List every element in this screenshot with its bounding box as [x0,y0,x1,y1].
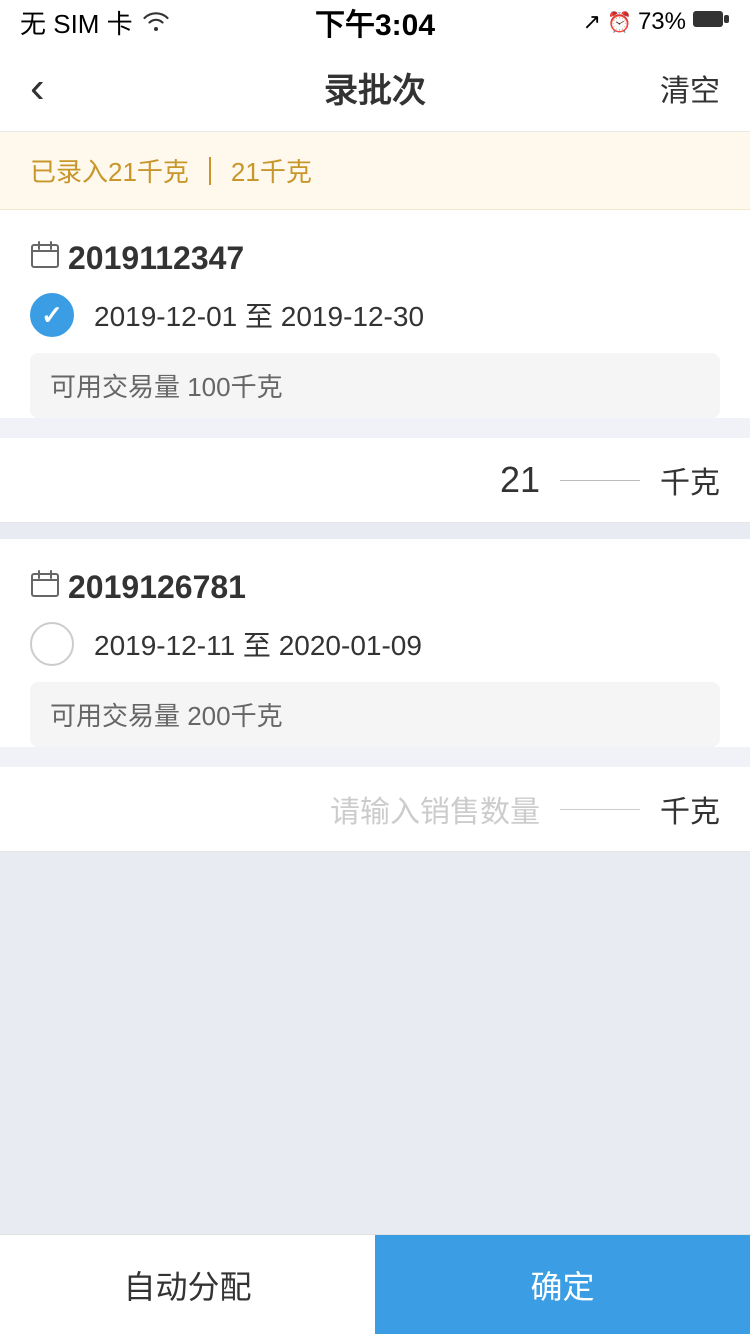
batch-qty-placeholder-2: 请输入销售数量 [330,787,540,831]
batch-avail-2: 可用交易量 200千克 [30,682,720,747]
batch-avail-1: 可用交易量 100千克 [30,353,720,418]
back-button[interactable]: ‹ [30,63,45,113]
summary-recorded: 已录入21千克 [30,152,189,189]
status-bar: 无 SIM 卡 下午3:04 ↗ ⏰ 73% [0,0,750,44]
batch-header-1: 2019112347 [30,240,720,277]
batch-unit-2: 千克 [660,787,720,831]
batch-header-2: 2019126781 [30,569,720,606]
wifi-icon [141,7,171,38]
batch-date-1: 2019-12-01 至 2019-12-30 [94,295,424,335]
batch-id-2: 2019126781 [68,569,246,606]
content-area [0,852,750,1252]
bottom-bar: 自动分配 确定 [0,1234,750,1334]
summary-amount: 21千克 [231,152,312,189]
confirm-button[interactable]: 确定 [375,1235,750,1334]
batch-radio-1[interactable] [30,293,74,337]
sim-label: 无 SIM 卡 [20,4,133,41]
batch-card-1: 2019112347 2019-12-01 至 2019-12-30 可用交易量… [0,210,750,418]
alarm-icon: ⏰ [607,10,632,35]
nav-bar: ‹ 录批次 清空 [0,44,750,132]
batch-input-row-2: 请输入销售数量 千克 [0,767,750,852]
section-divider [0,523,750,539]
summary-bar: 已录入21千克 21千克 [0,132,750,210]
batch-radio-2[interactable] [30,622,74,666]
location-icon: ↗ [583,9,601,35]
status-left: 无 SIM 卡 [20,4,171,41]
batch-date-row-1[interactable]: 2019-12-01 至 2019-12-30 [30,293,720,337]
batch-qty-1: 21 [500,459,540,501]
batch-card-2: 2019126781 2019-12-11 至 2020-01-09 可用交易量… [0,539,750,747]
batch-icon-1 [30,241,60,276]
clear-button[interactable]: 清空 [660,66,720,110]
batch-input-row-1: 21 千克 [0,438,750,523]
auto-distribute-button[interactable]: 自动分配 [0,1235,375,1334]
status-right: ↗ ⏰ 73% [583,8,730,36]
battery-icon [692,8,730,36]
batch-date-2: 2019-12-11 至 2020-01-09 [94,624,422,664]
page-title: 录批次 [324,63,426,112]
batch-date-row-2[interactable]: 2019-12-11 至 2020-01-09 [30,622,720,666]
battery-percent: 73% [638,8,686,36]
summary-divider [209,157,211,185]
batch-icon-2 [30,570,60,605]
status-time: 下午3:04 [315,0,435,44]
batch-unit-1: 千克 [660,458,720,502]
batch-id-1: 2019112347 [68,240,244,277]
